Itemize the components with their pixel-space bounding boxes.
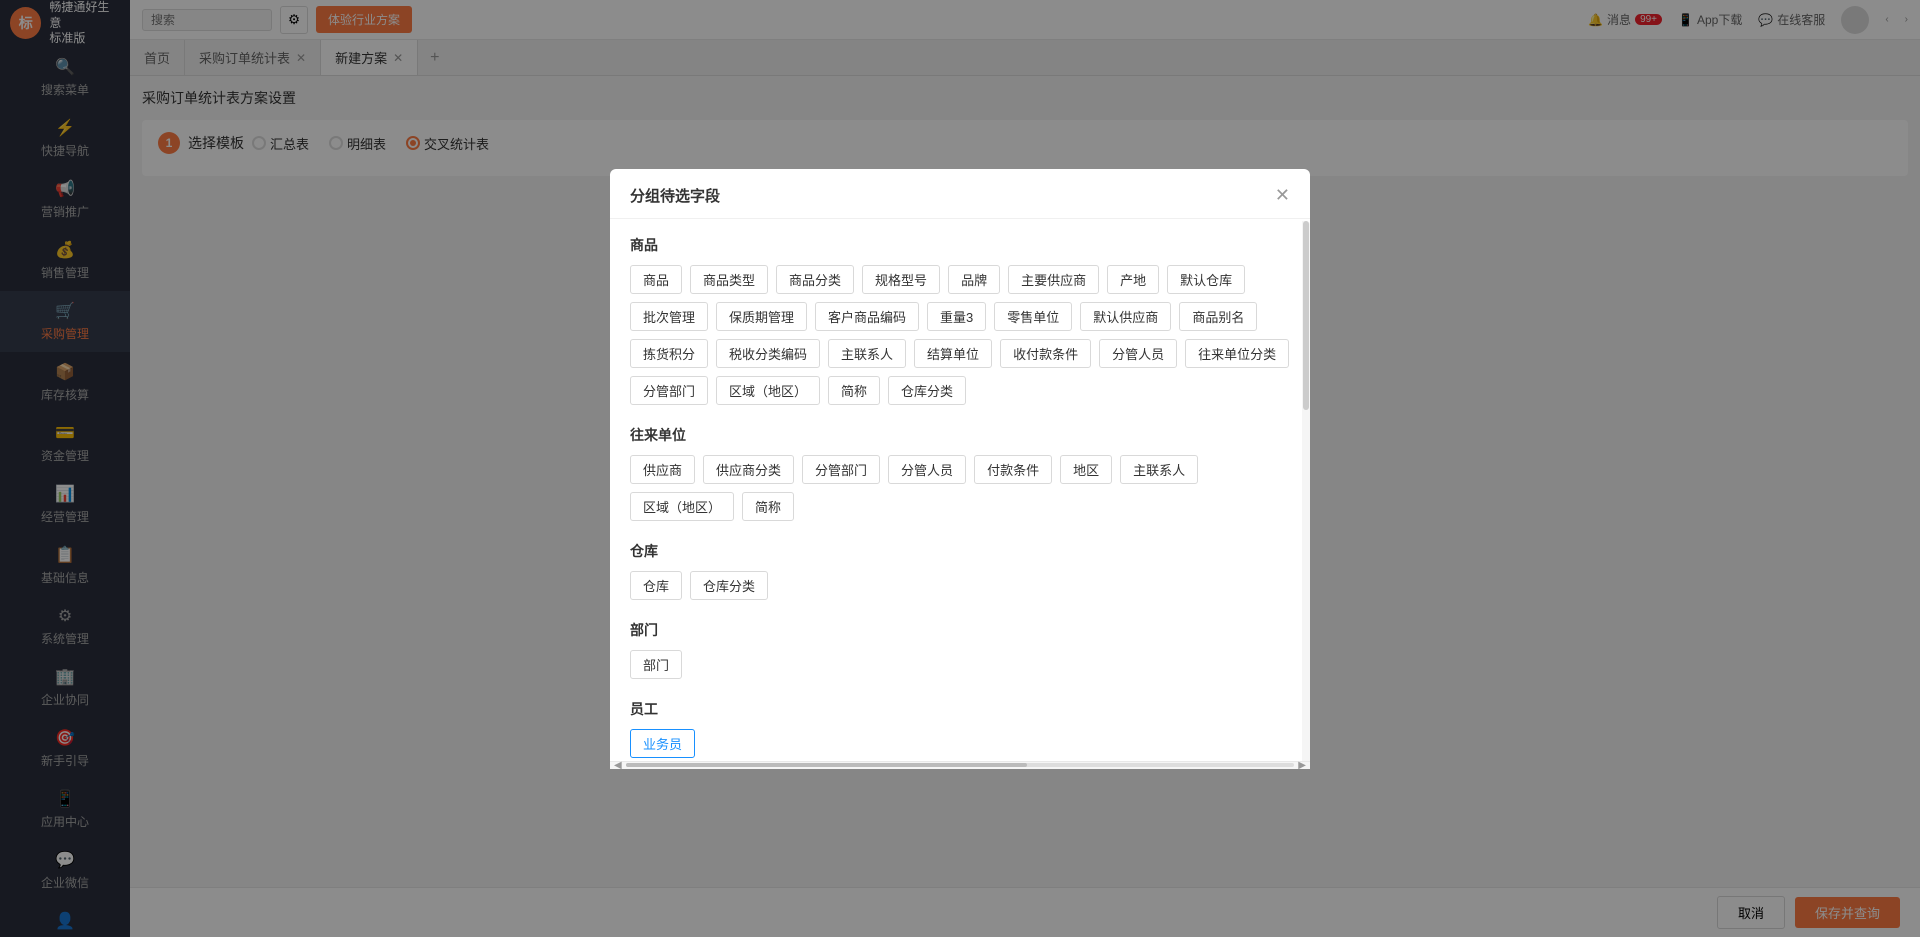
section-employee-tags: 业务员 xyxy=(630,729,1290,758)
section-warehouse-tags: 仓库 仓库分类 xyxy=(630,571,1290,600)
tag-employee-0[interactable]: 业务员 xyxy=(630,729,695,758)
tag-goods-20[interactable]: 分管人员 xyxy=(1099,339,1177,368)
tag-goods-19[interactable]: 收付款条件 xyxy=(1000,339,1091,368)
section-employee-title: 员工 xyxy=(630,699,1290,719)
section-goods-tags: 商品 商品类型 商品分类 规格型号 品牌 主要供应商 产地 默认仓库 批次管理 … xyxy=(630,265,1290,405)
tag-goods-8[interactable]: 批次管理 xyxy=(630,302,708,331)
tag-partner-8[interactable]: 简称 xyxy=(742,492,794,521)
modal-header: 分组待选字段 ✕ xyxy=(610,169,1310,219)
tag-goods-6[interactable]: 产地 xyxy=(1107,265,1159,294)
tag-goods-10[interactable]: 客户商品编码 xyxy=(815,302,919,331)
tag-goods-5[interactable]: 主要供应商 xyxy=(1008,265,1099,294)
tag-goods-17[interactable]: 主联系人 xyxy=(828,339,906,368)
tag-partner-5[interactable]: 地区 xyxy=(1060,455,1112,484)
modal-close-button[interactable]: ✕ xyxy=(1275,185,1290,206)
tag-goods-2[interactable]: 商品分类 xyxy=(776,265,854,294)
tag-goods-21[interactable]: 往来单位分类 xyxy=(1185,339,1289,368)
tag-goods-13[interactable]: 默认供应商 xyxy=(1080,302,1171,331)
tag-partner-2[interactable]: 分管部门 xyxy=(802,455,880,484)
section-goods-title: 商品 xyxy=(630,235,1290,255)
modal-horizontal-scrollbar[interactable]: ◀ ▶ xyxy=(610,761,1310,769)
vertical-scrollbar-thumb xyxy=(1303,221,1309,410)
tag-partner-6[interactable]: 主联系人 xyxy=(1120,455,1198,484)
tag-warehouse-1[interactable]: 仓库分类 xyxy=(690,571,768,600)
tag-goods-15[interactable]: 拣货积分 xyxy=(630,339,708,368)
tag-goods-9[interactable]: 保质期管理 xyxy=(716,302,807,331)
tag-goods-16[interactable]: 税收分类编码 xyxy=(716,339,820,368)
scrollbar-thumb xyxy=(626,763,1027,767)
tag-goods-0[interactable]: 商品 xyxy=(630,265,682,294)
section-dept-title: 部门 xyxy=(630,620,1290,640)
tag-partner-0[interactable]: 供应商 xyxy=(630,455,695,484)
section-employee: 员工 业务员 xyxy=(630,699,1290,758)
tag-goods-18[interactable]: 结算单位 xyxy=(914,339,992,368)
scrollbar-track xyxy=(626,763,1295,767)
section-dept-tags: 部门 xyxy=(630,650,1290,679)
modal: 分组待选字段 ✕ 商品 商品 商品类型 商品分类 规格型号 品牌 主要供应商 产… xyxy=(610,169,1310,769)
tag-partner-1[interactable]: 供应商分类 xyxy=(703,455,794,484)
section-warehouse-title: 仓库 xyxy=(630,541,1290,561)
modal-body: 商品 商品 商品类型 商品分类 规格型号 品牌 主要供应商 产地 默认仓库 批次… xyxy=(610,219,1310,761)
tag-warehouse-0[interactable]: 仓库 xyxy=(630,571,682,600)
tag-goods-7[interactable]: 默认仓库 xyxy=(1167,265,1245,294)
tag-partner-7[interactable]: 区域（地区） xyxy=(630,492,734,521)
section-dept: 部门 部门 xyxy=(630,620,1290,679)
tag-goods-4[interactable]: 品牌 xyxy=(948,265,1000,294)
section-partner-tags: 供应商 供应商分类 分管部门 分管人员 付款条件 地区 主联系人 区域（地区） … xyxy=(630,455,1290,521)
modal-title: 分组待选字段 xyxy=(630,185,720,206)
section-warehouse: 仓库 仓库 仓库分类 xyxy=(630,541,1290,600)
scroll-right-arrow[interactable]: ▶ xyxy=(1298,760,1306,771)
section-goods: 商品 商品 商品类型 商品分类 规格型号 品牌 主要供应商 产地 默认仓库 批次… xyxy=(630,235,1290,405)
tag-goods-25[interactable]: 仓库分类 xyxy=(888,376,966,405)
scroll-left-arrow[interactable]: ◀ xyxy=(614,760,622,771)
tag-goods-1[interactable]: 商品类型 xyxy=(690,265,768,294)
tag-goods-11[interactable]: 重量3 xyxy=(927,302,986,331)
tag-goods-12[interactable]: 零售单位 xyxy=(994,302,1072,331)
modal-overlay: 分组待选字段 ✕ 商品 商品 商品类型 商品分类 规格型号 品牌 主要供应商 产… xyxy=(0,0,1920,937)
tag-partner-4[interactable]: 付款条件 xyxy=(974,455,1052,484)
tag-goods-14[interactable]: 商品别名 xyxy=(1179,302,1257,331)
tag-dept-0[interactable]: 部门 xyxy=(630,650,682,679)
tag-partner-3[interactable]: 分管人员 xyxy=(888,455,966,484)
tag-goods-23[interactable]: 区域（地区） xyxy=(716,376,820,405)
section-partner: 往来单位 供应商 供应商分类 分管部门 分管人员 付款条件 地区 主联系人 区域… xyxy=(630,425,1290,521)
tag-goods-3[interactable]: 规格型号 xyxy=(862,265,940,294)
section-partner-title: 往来单位 xyxy=(630,425,1290,445)
tag-goods-22[interactable]: 分管部门 xyxy=(630,376,708,405)
modal-vertical-scrollbar[interactable] xyxy=(1302,221,1310,761)
tag-goods-24[interactable]: 简称 xyxy=(828,376,880,405)
